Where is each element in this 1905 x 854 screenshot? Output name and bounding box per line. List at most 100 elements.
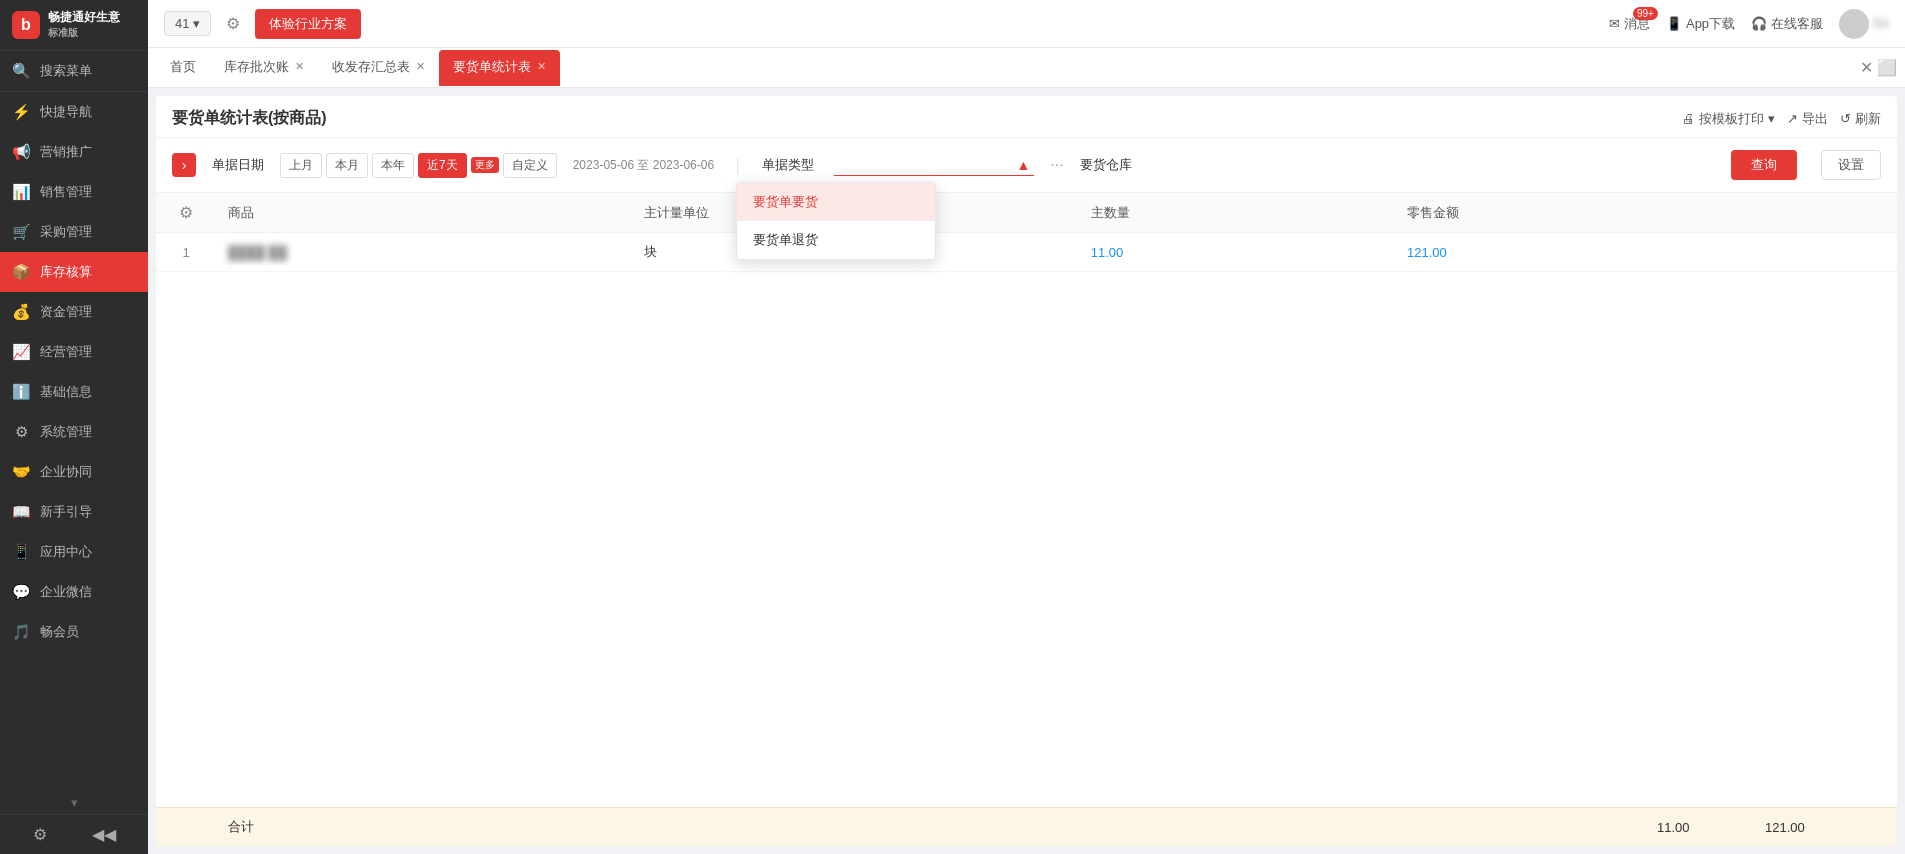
close-tab-icon[interactable]: ✕ xyxy=(537,60,546,73)
sidebar-item-inventory[interactable]: 📦 库存核算 xyxy=(0,252,148,292)
search-icon: 🔍 xyxy=(12,62,30,80)
table-header-row: ⚙ 商品 主计量单位 主数量 零售金额 xyxy=(156,193,1897,233)
table-settings-icon[interactable]: ⚙ xyxy=(179,204,193,221)
refresh-label: 刷新 xyxy=(1855,110,1881,128)
topbar-right: ✉ 消息 99+ 📱 App下载 🎧 在线客服 Rit xyxy=(1609,9,1889,39)
topbar: 41 ▾ ⚙ 体验行业方案 ✉ 消息 99+ 📱 App下载 🎧 在线客服 R xyxy=(148,0,1905,48)
product-name: ████ ██ xyxy=(228,245,287,260)
maximize-icon[interactable]: ⬜ xyxy=(1877,58,1897,77)
topbar-left: 41 ▾ ⚙ 体验行业方案 xyxy=(164,9,1609,39)
sidebar-item-label: 经营管理 xyxy=(40,343,92,361)
dropdown-item-order-goods[interactable]: 要货单要货 xyxy=(737,183,935,221)
row-qty[interactable]: 11.00 xyxy=(1079,233,1395,272)
table-footer: 合计 11.00 121.00 xyxy=(156,807,1897,846)
quick-nav-icon: ⚡ xyxy=(12,103,30,121)
close-tab-icon[interactable]: ✕ xyxy=(295,60,304,73)
sidebar-item-guide[interactable]: 📖 新手引导 xyxy=(0,492,148,532)
date-label: 单据日期 xyxy=(212,156,264,174)
sidebar-item-label: 快捷导航 xyxy=(40,103,92,121)
tab-home[interactable]: 首页 xyxy=(156,50,210,86)
sidebar-item-quick-nav[interactable]: ⚡ 快捷导航 xyxy=(0,92,148,132)
operations-icon: 📈 xyxy=(12,343,30,361)
app-center-icon: 📱 xyxy=(12,543,30,561)
query-button[interactable]: 查询 xyxy=(1731,150,1797,180)
app-download-button[interactable]: 📱 App下载 xyxy=(1666,15,1735,33)
sidebar-item-purchase[interactable]: 🛒 采购管理 xyxy=(0,212,148,252)
user-name: Rit xyxy=(1873,16,1889,31)
purchase-icon: 🛒 xyxy=(12,223,30,241)
sidebar-settings-icon[interactable]: ⚙ xyxy=(33,825,47,844)
user-avatar[interactable]: Rit xyxy=(1839,9,1889,39)
select-arrow-up-icon[interactable]: ▲ xyxy=(1016,157,1030,173)
message-icon: ✉ xyxy=(1609,16,1620,31)
sidebar-item-finance[interactable]: 💰 资金管理 xyxy=(0,292,148,332)
sidebar-item-label: 系统管理 xyxy=(40,423,92,441)
close-all-tabs-icon[interactable]: ✕ xyxy=(1860,58,1873,77)
sidebar-item-label: 营销推广 xyxy=(40,143,92,161)
sidebar-item-app-center[interactable]: 📱 应用中心 xyxy=(0,532,148,572)
sidebar-item-label: 新手引导 xyxy=(40,503,92,521)
tab-inventory-batch[interactable]: 库存批次账 ✕ xyxy=(210,50,318,86)
topbar-settings-icon[interactable]: ⚙ xyxy=(219,10,247,38)
row-index: 1 xyxy=(156,233,216,272)
date-btn-this-year[interactable]: 本年 xyxy=(372,153,414,178)
app-name: 畅捷通好生意 xyxy=(48,10,120,26)
close-tab-icon[interactable]: ✕ xyxy=(416,60,425,73)
trial-button[interactable]: 体验行业方案 xyxy=(255,9,361,39)
avatar-image xyxy=(1839,9,1869,39)
date-btn-last-month[interactable]: 上月 xyxy=(280,153,322,178)
row-amount[interactable]: 121.00 xyxy=(1395,233,1777,272)
print-button[interactable]: 🖨 按模板打印 ▾ xyxy=(1682,110,1775,128)
row-extra xyxy=(1776,233,1897,272)
dropdown-item-order-return[interactable]: 要货单退货 xyxy=(737,221,935,259)
message-button[interactable]: ✉ 消息 99+ xyxy=(1609,15,1650,33)
tab-bar: 首页 库存批次账 ✕ 收发存汇总表 ✕ 要货单统计表 ✕ ✕ ⬜ xyxy=(148,48,1905,88)
app-version: 标准版 xyxy=(48,26,120,40)
date-btn-custom[interactable]: 自定义 xyxy=(503,153,557,178)
refresh-icon: ↺ xyxy=(1840,111,1851,126)
wechat-icon: 💬 xyxy=(12,583,30,601)
tab-label: 要货单统计表 xyxy=(453,58,531,76)
search-menu[interactable]: 🔍 搜索菜单 xyxy=(0,51,148,92)
tab-stock-summary[interactable]: 收发存汇总表 ✕ xyxy=(318,50,439,86)
sidebar-item-operations[interactable]: 📈 经营管理 xyxy=(0,332,148,372)
sidebar-item-marketing[interactable]: 📢 营销推广 xyxy=(0,132,148,172)
tab-label: 库存批次账 xyxy=(224,58,289,76)
sidebar-collapse-icon[interactable]: ◀◀ xyxy=(92,825,116,844)
filter-row: › 单据日期 上月 本月 本年 近7天 更多 自定义 2023-05-06 至 … xyxy=(172,150,1881,180)
col-settings[interactable]: ⚙ xyxy=(156,193,216,233)
sidebar-item-wechat[interactable]: 💬 企业微信 xyxy=(0,572,148,612)
expand-filter-button[interactable]: › xyxy=(172,153,196,177)
filter-settings-button[interactable]: 设置 xyxy=(1821,150,1881,180)
type-select-input[interactable] xyxy=(834,154,1034,176)
col-extra xyxy=(1776,193,1897,233)
app-logo: b 畅捷通好生意 标准版 xyxy=(0,0,148,51)
dropdown-item-label: 要货单要货 xyxy=(753,194,818,209)
sidebar-item-system[interactable]: ⚙ 系统管理 xyxy=(0,412,148,452)
export-button[interactable]: ↗ 导出 xyxy=(1787,110,1828,128)
refresh-button[interactable]: ↺ 刷新 xyxy=(1840,110,1881,128)
sidebar: b 畅捷通好生意 标准版 🔍 搜索菜单 ⚡ 快捷导航 📢 营销推广 📊 销售管理… xyxy=(0,0,148,854)
message-badge: 99+ xyxy=(1633,7,1658,20)
sidebar-item-base-info[interactable]: ℹ️ 基础信息 xyxy=(0,372,148,412)
date-btn-last-7days[interactable]: 近7天 xyxy=(418,153,467,178)
sidebar-item-enterprise[interactable]: 🤝 企业协同 xyxy=(0,452,148,492)
filter-more-icon[interactable]: ··· xyxy=(1050,156,1063,174)
col-qty: 主数量 xyxy=(1079,193,1395,233)
store-selector-chevron-icon: ▾ xyxy=(193,16,200,31)
sidebar-scroll-down[interactable]: ▾ xyxy=(0,791,148,814)
sidebar-item-membership[interactable]: 🎵 畅会员 xyxy=(0,612,148,652)
store-selector[interactable]: 41 ▾ xyxy=(164,11,211,36)
date-btn-this-month[interactable]: 本月 xyxy=(326,153,368,178)
marketing-icon: 📢 xyxy=(12,143,30,161)
export-icon: ↗ xyxy=(1787,111,1798,126)
guide-icon: 📖 xyxy=(12,503,30,521)
online-service-button[interactable]: 🎧 在线客服 xyxy=(1751,15,1823,33)
tab-order-stats[interactable]: 要货单统计表 ✕ xyxy=(439,50,560,86)
sidebar-item-sales[interactable]: 📊 销售管理 xyxy=(0,172,148,212)
phone-icon: 📱 xyxy=(1666,16,1682,31)
export-label: 导出 xyxy=(1802,110,1828,128)
sidebar-item-label: 销售管理 xyxy=(40,183,92,201)
warehouse-label: 要货仓库 xyxy=(1080,156,1132,174)
print-chevron-icon: ▾ xyxy=(1768,111,1775,126)
